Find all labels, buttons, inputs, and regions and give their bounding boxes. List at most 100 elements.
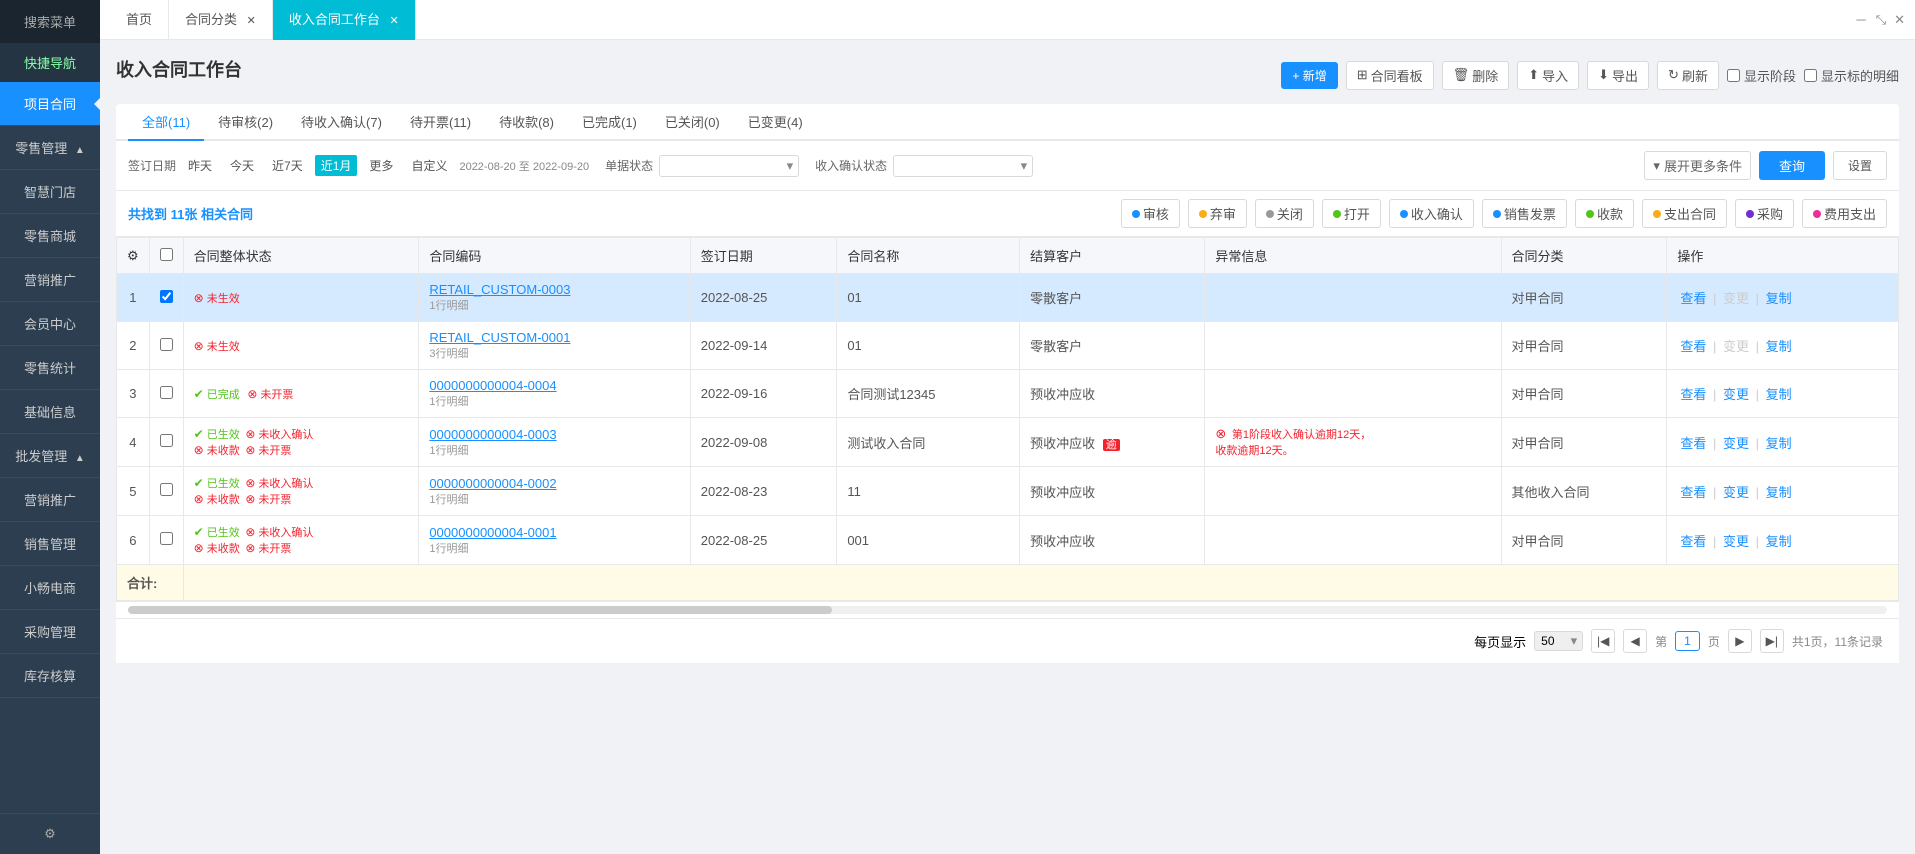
close-btn[interactable]: 关闭 (1255, 199, 1314, 228)
tab-pending-payment[interactable]: 待收款(8) (485, 104, 568, 141)
change-link[interactable]: 变更 (1723, 339, 1749, 354)
expand-filter-btn[interactable]: ▾ 展开更多条件 (1644, 151, 1751, 180)
income-confirm-select[interactable] (893, 155, 1033, 177)
row-select-checkbox[interactable] (160, 386, 173, 399)
sidebar-item-xiaochang[interactable]: 小畅电商 (0, 566, 100, 610)
row-checkbox[interactable] (149, 516, 183, 565)
tab-home[interactable]: 首页 (110, 0, 169, 40)
next-page-btn[interactable]: ▶ (1728, 629, 1752, 653)
sidebar-item-sales-promo[interactable]: 营销推广 (0, 478, 100, 522)
show-fields-checkbox[interactable]: 显示阶段 (1727, 66, 1796, 85)
row-select-checkbox[interactable] (160, 434, 173, 447)
change-link[interactable]: 变更 (1723, 534, 1749, 549)
change-link[interactable]: 变更 (1723, 387, 1749, 402)
sidebar-item-stock[interactable]: 库存核算 (0, 654, 100, 698)
refresh-button[interactable]: ↻ 刷新 (1657, 61, 1719, 90)
view-link[interactable]: 查看 (1680, 291, 1706, 306)
sidebar-item-retail[interactable]: 零售管理 ▲ (0, 126, 100, 170)
new-button[interactable]: + 新增 (1281, 62, 1337, 89)
import-button[interactable]: ⬆ 导入 (1517, 61, 1579, 90)
settings-button[interactable]: ⚙ (0, 813, 100, 854)
row-select-checkbox[interactable] (160, 290, 173, 303)
last-page-btn[interactable]: ▶| (1760, 629, 1784, 653)
sidebar-item-marketing[interactable]: 营销推广 (0, 258, 100, 302)
copy-link[interactable]: 复制 (1766, 485, 1792, 500)
sidebar-item-wholesale[interactable]: 批发管理 ▲ (0, 434, 100, 478)
sidebar-item-sales-mgmt[interactable]: 销售管理 (0, 522, 100, 566)
tab-all[interactable]: 全部(11) (128, 104, 204, 141)
change-link[interactable]: 变更 (1723, 291, 1749, 306)
sidebar-item-smart-store[interactable]: 智慧门店 (0, 170, 100, 214)
col-select-all[interactable] (149, 238, 183, 274)
prev-page-btn[interactable]: ◀ (1623, 629, 1647, 653)
page-size-select[interactable]: 50 100 200 (1534, 631, 1583, 651)
select-all-checkbox[interactable] (160, 248, 173, 261)
first-page-btn[interactable]: |◀ (1591, 629, 1615, 653)
sidebar-item-purchase[interactable]: 采购管理 (0, 610, 100, 654)
sidebar-nav[interactable]: 快捷导航 (0, 43, 100, 82)
purchase-btn[interactable]: 采购 (1735, 199, 1794, 228)
query-button[interactable]: 查询 (1759, 151, 1825, 180)
last1month-btn[interactable]: 近1月 (315, 155, 358, 176)
tab-contract-category[interactable]: 合同分类 ✕ (169, 0, 273, 40)
collect-payment-btn[interactable]: 收款 (1575, 199, 1634, 228)
set-button[interactable]: 设置 (1833, 151, 1887, 180)
change-link[interactable]: 变更 (1723, 436, 1749, 451)
export-button[interactable]: ⬇ 导出 (1587, 61, 1649, 90)
row-checkbox[interactable] (149, 322, 183, 370)
show-detail-input[interactable] (1804, 69, 1817, 82)
delete-button[interactable]: 🗑 删除 (1442, 61, 1510, 90)
last7days-btn[interactable]: 近7天 (266, 155, 309, 176)
tab-income-workbench[interactable]: 收入合同工作台 ✕ (273, 0, 416, 40)
open-btn[interactable]: 打开 (1322, 199, 1381, 228)
show-fields-input[interactable] (1727, 69, 1740, 82)
row-select-checkbox[interactable] (160, 483, 173, 496)
copy-link[interactable]: 复制 (1766, 436, 1792, 451)
row-checkbox[interactable] (149, 467, 183, 516)
maximize-btn[interactable]: ⤡ (1876, 12, 1886, 28)
row-checkbox[interactable] (149, 370, 183, 418)
sidebar-item-basic-info[interactable]: 基础信息 (0, 390, 100, 434)
row-checkbox[interactable] (149, 418, 183, 467)
custom-btn[interactable]: 自定义 (405, 155, 453, 176)
change-link[interactable]: 变更 (1723, 485, 1749, 500)
copy-link[interactable]: 复制 (1766, 339, 1792, 354)
col-settings[interactable]: ⚙ (117, 238, 150, 274)
row-checkbox[interactable] (149, 274, 183, 322)
sidebar-search[interactable]: 搜索菜单 (0, 0, 100, 43)
expense-contract-btn[interactable]: 支出合同 (1642, 199, 1727, 228)
tab-changed[interactable]: 已变更(4) (734, 104, 817, 141)
sidebar-item-retail-mall[interactable]: 零售商城 (0, 214, 100, 258)
abandon-review-btn[interactable]: 弃审 (1188, 199, 1247, 228)
more-btn[interactable]: 更多 (363, 155, 399, 176)
kanban-button[interactable]: ⊞ 合同看板 (1346, 61, 1434, 90)
tab-pending-income-confirm[interactable]: 待收入确认(7) (287, 104, 396, 141)
view-link[interactable]: 查看 (1680, 485, 1706, 500)
sales-invoice-btn[interactable]: 销售发票 (1482, 199, 1567, 228)
close-btn[interactable]: ✕ (1894, 12, 1905, 28)
sidebar-item-retail-stats[interactable]: 零售统计 (0, 346, 100, 390)
sidebar-item-member[interactable]: 会员中心 (0, 302, 100, 346)
tab-close-contract-category[interactable]: ✕ (247, 15, 256, 27)
today-btn[interactable]: 今天 (224, 155, 260, 176)
fee-expense-btn[interactable]: 费用支出 (1802, 199, 1887, 228)
view-link[interactable]: 查看 (1680, 436, 1706, 451)
row-select-checkbox[interactable] (160, 338, 173, 351)
copy-link[interactable]: 复制 (1766, 291, 1792, 306)
minimize-btn[interactable]: － (1855, 10, 1868, 29)
tab-completed[interactable]: 已完成(1) (568, 104, 651, 141)
doc-status-select[interactable] (659, 155, 799, 177)
view-link[interactable]: 查看 (1680, 387, 1706, 402)
tab-pending-invoice[interactable]: 待开票(11) (396, 104, 485, 141)
tab-pending-review[interactable]: 待审核(2) (204, 104, 287, 141)
view-link[interactable]: 查看 (1680, 534, 1706, 549)
row-select-checkbox[interactable] (160, 532, 173, 545)
show-detail-checkbox[interactable]: 显示标的明细 (1804, 66, 1899, 85)
tab-closed[interactable]: 已关闭(0) (651, 104, 734, 141)
sidebar-item-project[interactable]: 项目合同 (0, 82, 100, 126)
view-link[interactable]: 查看 (1680, 339, 1706, 354)
review-btn[interactable]: 审核 (1121, 199, 1180, 228)
copy-link[interactable]: 复制 (1766, 534, 1792, 549)
copy-link[interactable]: 复制 (1766, 387, 1792, 402)
income-confirm-btn[interactable]: 收入确认 (1389, 199, 1474, 228)
